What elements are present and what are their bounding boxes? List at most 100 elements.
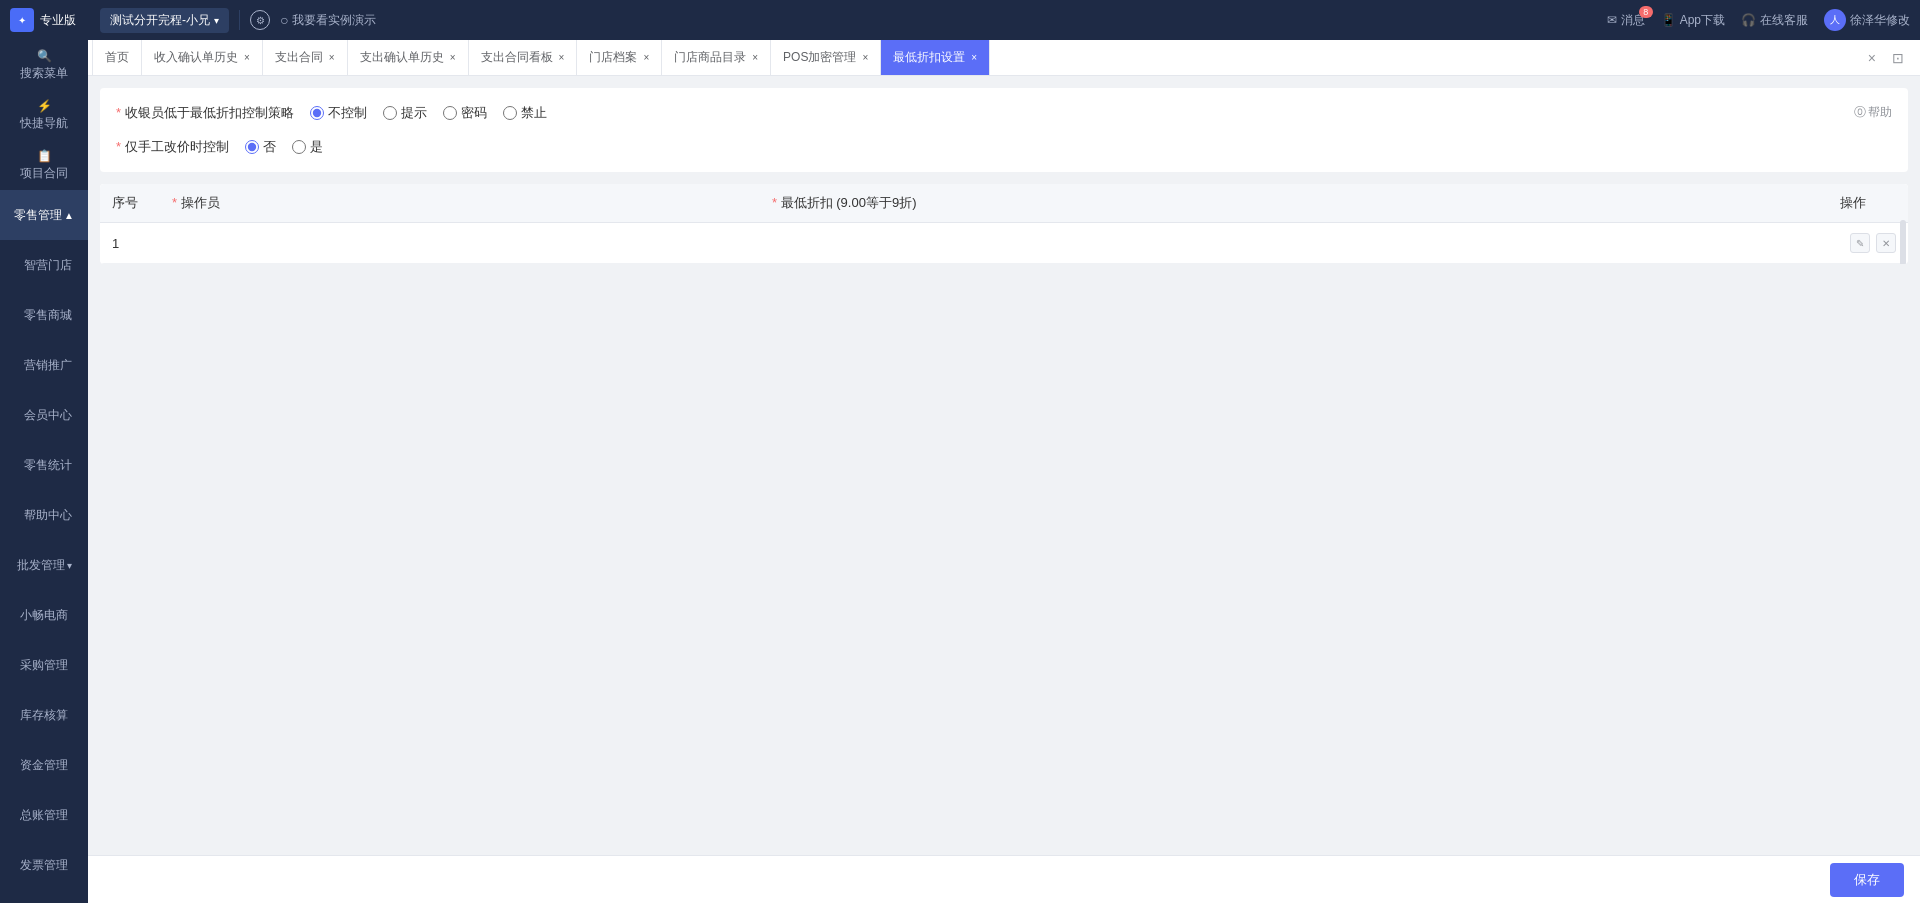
radio-password-label: 密码	[461, 104, 487, 122]
user-menu-btn[interactable]: 人 徐泽华修改	[1824, 9, 1910, 31]
delete-icon: ✕	[1882, 238, 1890, 249]
demo-link[interactable]: ○ 我要看实例演示	[280, 12, 376, 29]
demo-label: 我要看实例演示	[292, 12, 376, 29]
radio-forbid[interactable]: 禁止	[503, 104, 547, 122]
headset-icon: 🎧	[1741, 13, 1756, 27]
edit-row-btn[interactable]: ✎	[1850, 233, 1870, 253]
tab-pos-password[interactable]: POS加密管理 ×	[771, 40, 881, 75]
tab-contract-board-close[interactable]: ×	[559, 52, 565, 63]
manual-control-label: 仅手工改价时控制	[116, 138, 229, 156]
col-operator-header: * 操作员	[160, 184, 760, 223]
discount-input[interactable]	[772, 236, 1816, 251]
sidebar-item-ledger[interactable]: 总账管理	[0, 790, 88, 840]
sidebar-item-tax[interactable]: 税务管理	[0, 890, 88, 903]
radio-hint[interactable]: 提示	[383, 104, 427, 122]
sidebar-item-purchase[interactable]: 采购管理	[0, 640, 88, 690]
tab-min-discount[interactable]: 最低折扣设置 ×	[881, 40, 990, 75]
tab-home[interactable]: 首页	[92, 40, 142, 75]
sidebar-label-member: 会员中心	[24, 407, 72, 424]
radio-no-input[interactable]	[245, 140, 259, 154]
project-selector[interactable]: 测试分开完程-小兄 ▾	[100, 8, 229, 33]
sidebar-item-project[interactable]: 📋 项目合同	[0, 140, 88, 190]
table-scrollbar	[1900, 220, 1906, 264]
radio-yes[interactable]: 是	[292, 138, 323, 156]
sidebar-item-invoice[interactable]: 发票管理	[0, 840, 88, 890]
settings-circle-icon[interactable]: ⚙	[250, 10, 270, 30]
tab-store-goods-close[interactable]: ×	[752, 52, 758, 63]
sidebar-label-retail-mall: 零售商城	[24, 307, 72, 324]
sidebar-label-help: 帮助中心	[24, 507, 72, 524]
tab-income-history-label: 收入确认单历史	[154, 49, 238, 66]
sidebar-label-project: 项目合同	[20, 165, 68, 182]
quicknav-icon: ⚡	[37, 99, 52, 113]
cell-operator[interactable]	[160, 223, 760, 264]
tab-income-history-close[interactable]: ×	[244, 52, 250, 63]
operator-input[interactable]	[172, 236, 748, 251]
radio-no-control[interactable]: 不控制	[310, 104, 367, 122]
tab-confirm-history-close[interactable]: ×	[450, 52, 456, 63]
manual-radio-group: 否 是	[245, 138, 323, 156]
help-button[interactable]: ⓪ 帮助	[1854, 104, 1892, 121]
sidebar-item-ecommerce[interactable]: 小畅电商	[0, 590, 88, 640]
sidebar-item-help[interactable]: 帮助中心	[0, 490, 88, 540]
radio-yes-input[interactable]	[292, 140, 306, 154]
radio-password[interactable]: 密码	[443, 104, 487, 122]
sidebar-label-marketing: 营销推广	[24, 357, 72, 374]
radio-forbid-label: 禁止	[521, 104, 547, 122]
chevron-up-icon: ▲	[64, 210, 74, 221]
tab-contract-label: 支出合同	[275, 49, 323, 66]
sidebar-item-wholesale[interactable]: 批发管理 ▾	[0, 540, 88, 590]
sidebar-item-quicknav[interactable]: ⚡ 快捷导航	[0, 90, 88, 140]
sidebar-item-smart-store[interactable]: 智营门店	[0, 240, 88, 290]
radio-password-input[interactable]	[443, 106, 457, 120]
sidebar-item-capital[interactable]: 资金管理	[0, 740, 88, 790]
message-btn[interactable]: ✉ 消息 8	[1607, 12, 1645, 29]
sidebar-label-wholesale: 批发管理	[17, 557, 65, 574]
tab-close-btn[interactable]: ×	[1864, 48, 1880, 68]
radio-forbid-input[interactable]	[503, 106, 517, 120]
save-button[interactable]: 保存	[1830, 863, 1904, 897]
radio-hint-input[interactable]	[383, 106, 397, 120]
delete-row-btn[interactable]: ✕	[1876, 233, 1896, 253]
radio-no[interactable]: 否	[245, 138, 276, 156]
chevron-down-icon: ▾	[214, 15, 219, 26]
tab-contract[interactable]: 支出合同 ×	[263, 40, 348, 75]
message-badge: 8	[1639, 6, 1653, 18]
sidebar-item-retail-stats[interactable]: 零售统计	[0, 440, 88, 490]
tab-contract-close[interactable]: ×	[329, 52, 335, 63]
sidebar-item-inventory[interactable]: 库存核算	[0, 690, 88, 740]
col-seq-header: 序号	[100, 184, 160, 223]
main-layout: 🔍 搜索菜单 ⚡ 快捷导航 📋 项目合同 零售管理 ▲ 智营门店 零售商城 营销…	[0, 40, 1920, 903]
tab-contract-board[interactable]: 支出合同看板 ×	[469, 40, 578, 75]
edit-icon: ✎	[1856, 238, 1864, 249]
tab-expand-btn[interactable]: ⊡	[1888, 48, 1908, 68]
sidebar-item-member[interactable]: 会员中心	[0, 390, 88, 440]
action-icons: ✎ ✕	[1840, 233, 1896, 253]
tab-pos-password-close[interactable]: ×	[862, 52, 868, 63]
tab-confirm-history[interactable]: 支出确认单历史 ×	[348, 40, 469, 75]
sidebar-item-retail[interactable]: 零售管理 ▲	[0, 190, 88, 240]
project-icon: 📋	[37, 149, 52, 163]
cell-discount[interactable]	[760, 223, 1828, 264]
app-download-label: App下载	[1680, 12, 1725, 29]
cashier-radio-group: 不控制 提示 密码 禁	[310, 104, 547, 122]
tab-store-goods[interactable]: 门店商品目录 ×	[662, 40, 771, 75]
tab-income-history[interactable]: 收入确认单历史 ×	[142, 40, 263, 75]
app-logo: ✦ 专业版	[10, 8, 90, 32]
project-name: 测试分开完程-小兄	[110, 12, 210, 29]
sidebar-label-ecommerce: 小畅电商	[20, 607, 68, 624]
radio-no-control-input[interactable]	[310, 106, 324, 120]
online-service-btn[interactable]: 🎧 在线客服	[1741, 12, 1808, 29]
tab-store-file-close[interactable]: ×	[643, 52, 649, 63]
content-area: 首页 收入确认单历史 × 支出合同 × 支出确认单历史 × 支出合同看板 × 门…	[88, 40, 1920, 903]
tab-min-discount-close[interactable]: ×	[971, 52, 977, 63]
tab-store-file[interactable]: 门店档案 ×	[577, 40, 662, 75]
cell-action: ✎ ✕	[1828, 223, 1908, 264]
sidebar-item-marketing[interactable]: 营销推广	[0, 340, 88, 390]
app-download-btn[interactable]: 📱 App下载	[1661, 12, 1725, 29]
phone-icon: 📱	[1661, 13, 1676, 27]
table-card: 序号 * 操作员 * 最低折扣 (9.00等于9折) 操作	[100, 184, 1908, 264]
sidebar-item-search[interactable]: 🔍 搜索菜单	[0, 40, 88, 90]
sidebar-label-purchase: 采购管理	[20, 657, 68, 674]
sidebar-item-retail-mall[interactable]: 零售商城	[0, 290, 88, 340]
